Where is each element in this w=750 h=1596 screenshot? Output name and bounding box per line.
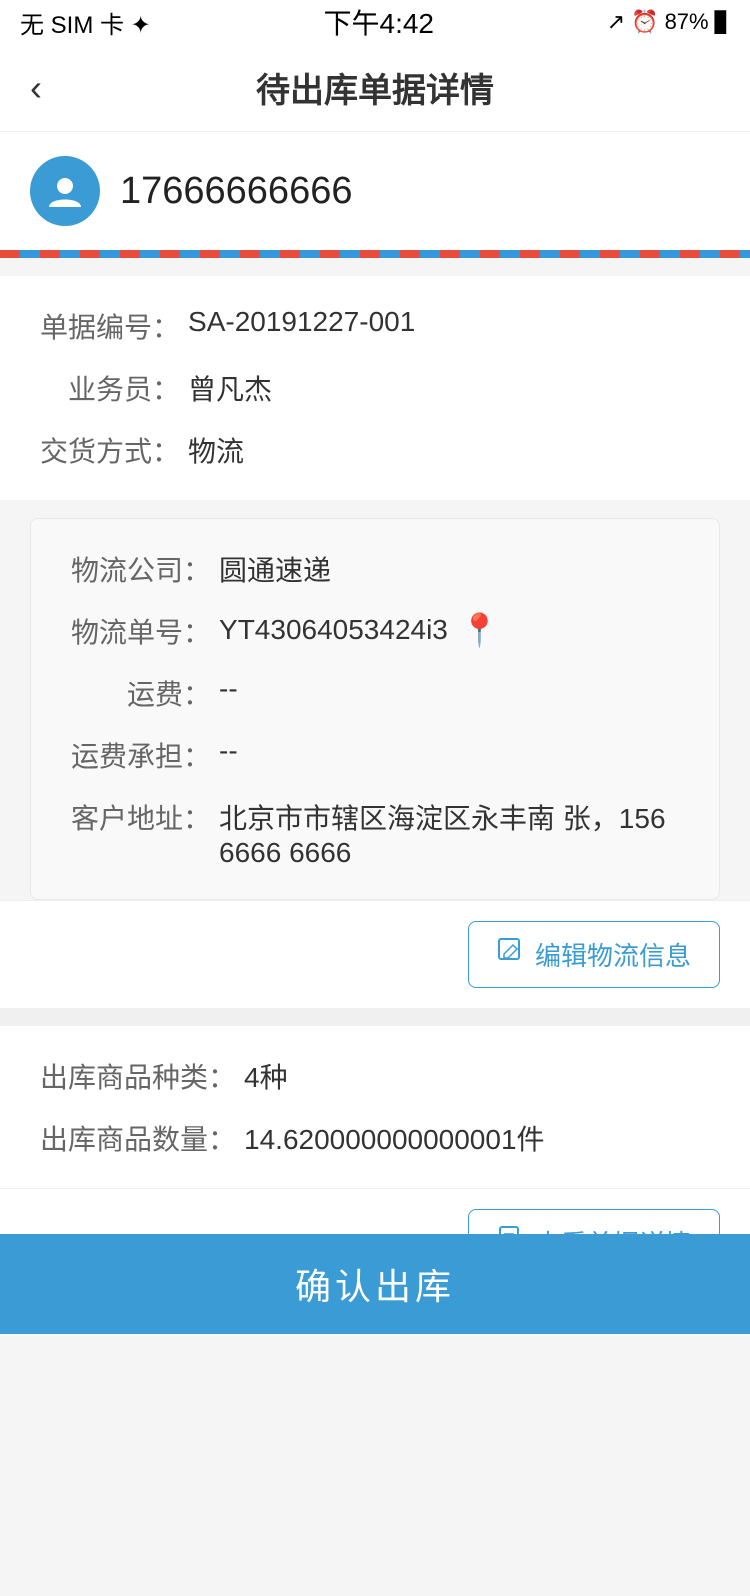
freight-row: 运费： -- <box>71 673 679 713</box>
dashed-divider <box>0 250 750 258</box>
confirm-button-wrap: 确认出库 <box>0 1234 750 1334</box>
delivery-method-row: 交货方式： 物流 <box>40 430 710 470</box>
goods-types-label: 出库商品种类： <box>40 1056 236 1096</box>
status-bar: 无 SIM 卡 ✦ 下午4:42 ↗ ⏰ 87% ▊ <box>0 0 750 44</box>
address-value: 北京市市辖区海淀区永丰南 张，156 6666 6666 <box>219 797 679 869</box>
goods-section: 出库商品种类： 4种 出库商品数量： 14.620000000000001件 <box>0 1026 750 1188</box>
battery-level: 87% <box>665 9 709 35</box>
logistics-card: 物流公司： 圆通速递 物流单号： YT43064053424i3 📍 运费： -… <box>30 518 720 900</box>
tracking-number-value: YT43064053424i3 📍 <box>219 611 679 649</box>
salesman-label: 业务员： <box>40 368 180 408</box>
goods-quantity-label: 出库商品数量： <box>40 1118 236 1158</box>
tracking-number-row: 物流单号： YT43064053424i3 📍 <box>71 611 679 651</box>
back-button[interactable]: ‹ <box>30 67 42 109</box>
alarm-icon: ⏰ <box>631 9 658 35</box>
salesman-row: 业务员： 曾凡杰 <box>40 368 710 408</box>
goods-quantity-value: 14.620000000000001件 <box>244 1118 710 1158</box>
customer-header: 17666666666 <box>0 132 750 250</box>
freight-bearer-value: -- <box>219 735 679 767</box>
freight-bearer-row: 运费承担： -- <box>71 735 679 775</box>
goods-quantity-row: 出库商品数量： 14.620000000000001件 <box>40 1118 710 1158</box>
customer-phone: 17666666666 <box>120 170 352 213</box>
salesman-value: 曾凡杰 <box>188 368 710 408</box>
section-divider <box>0 1008 750 1026</box>
map-pin-icon[interactable]: 📍 <box>460 611 500 649</box>
edit-icon <box>497 937 525 972</box>
status-right: ↗ ⏰ 87% ▊ <box>607 9 730 35</box>
delivery-method-value: 物流 <box>188 430 710 470</box>
document-number-value: SA-20191227-001 <box>188 306 710 338</box>
edit-logistics-button[interactable]: 编辑物流信息 <box>468 921 720 988</box>
status-time: 下午4:42 <box>324 2 435 42</box>
battery-icon: ▊ <box>715 10 730 35</box>
sim-status: 无 SIM 卡 ✦ <box>20 5 151 40</box>
goods-types-value: 4种 <box>244 1056 710 1096</box>
document-number-label: 单据编号： <box>40 306 180 346</box>
page-title: 待出库单据详情 <box>256 63 494 112</box>
document-number-row: 单据编号： SA-20191227-001 <box>40 306 710 346</box>
user-avatar-icon <box>45 171 85 211</box>
logistics-company-label: 物流公司： <box>71 549 211 589</box>
edit-logistics-wrap: 编辑物流信息 <box>0 900 750 1008</box>
nav-bar: ‹ 待出库单据详情 <box>0 44 750 132</box>
tracking-number-label: 物流单号： <box>71 611 211 651</box>
confirm-outbound-button[interactable]: 确认出库 <box>0 1234 750 1334</box>
avatar <box>30 156 100 226</box>
freight-label: 运费： <box>71 673 211 713</box>
status-left: 无 SIM 卡 ✦ <box>20 5 151 40</box>
freight-value: -- <box>219 673 679 705</box>
goods-types-row: 出库商品种类： 4种 <box>40 1056 710 1096</box>
logistics-company-value: 圆通速递 <box>219 549 679 589</box>
freight-bearer-label: 运费承担： <box>71 735 211 775</box>
logistics-company-row: 物流公司： 圆通速递 <box>71 549 679 589</box>
address-label: 客户地址： <box>71 797 211 837</box>
order-info-section: 单据编号： SA-20191227-001 业务员： 曾凡杰 交货方式： 物流 <box>0 276 750 500</box>
delivery-method-label: 交货方式： <box>40 430 180 470</box>
address-row: 客户地址： 北京市市辖区海淀区永丰南 张，156 6666 6666 <box>71 797 679 869</box>
location-status-icon: ↗ <box>607 9 625 35</box>
edit-logistics-label: 编辑物流信息 <box>535 936 691 973</box>
